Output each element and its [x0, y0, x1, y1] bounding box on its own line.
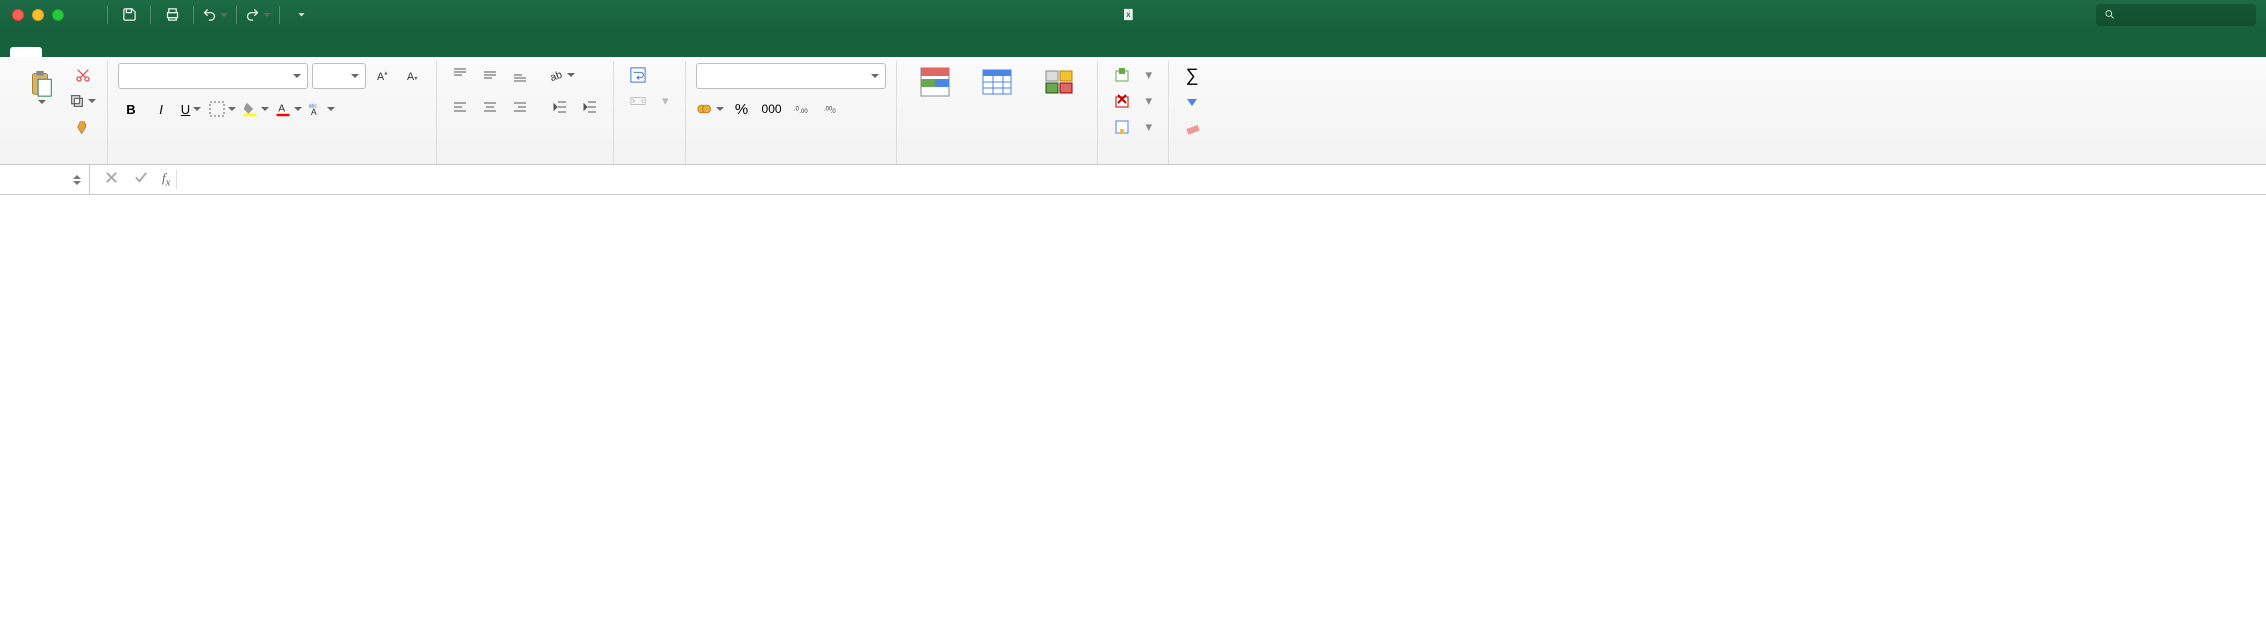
phonetic-button[interactable]: abcA	[307, 97, 336, 121]
svg-text:A: A	[311, 107, 317, 117]
accounting-format-button[interactable]	[696, 97, 725, 121]
format-as-table-button[interactable]	[969, 63, 1025, 162]
align-right-button[interactable]	[507, 95, 533, 119]
percent-format-button[interactable]: %	[729, 97, 755, 121]
tab-formulas[interactable]	[106, 47, 138, 57]
tab-data[interactable]	[138, 47, 170, 57]
group-editing: ∑	[1169, 61, 1215, 164]
fx-icon[interactable]: fx	[162, 170, 177, 189]
zoom-icon[interactable]	[52, 9, 64, 21]
svg-text:▾: ▾	[414, 76, 417, 82]
align-bottom-button[interactable]	[507, 63, 533, 87]
decrease-font-button[interactable]: A▾	[400, 64, 426, 88]
number-format-combo[interactable]	[696, 63, 886, 89]
format-painter-button[interactable]	[68, 115, 97, 139]
increase-indent-button[interactable]	[577, 95, 603, 119]
enter-formula-button[interactable]	[133, 170, 148, 189]
font-color-button[interactable]: A	[274, 97, 303, 121]
print-button[interactable]	[158, 3, 186, 27]
increase-font-button[interactable]: A▴	[370, 64, 396, 88]
search-input[interactable]	[2121, 7, 2248, 22]
group-alignment: ab	[437, 61, 614, 164]
tab-view[interactable]	[202, 47, 234, 57]
tab-review[interactable]	[170, 47, 202, 57]
bold-button[interactable]: B	[118, 97, 144, 121]
align-top-button[interactable]	[447, 63, 473, 87]
svg-text:ab: ab	[549, 69, 564, 83]
window-title: X	[1122, 7, 1145, 22]
search-icon	[2104, 8, 2116, 21]
close-icon[interactable]	[12, 9, 24, 21]
format-cells-button[interactable]: ▾	[1108, 115, 1159, 139]
decrease-indent-button[interactable]	[547, 95, 573, 119]
group-cells: ▾ ▾ ▾	[1098, 61, 1170, 164]
formula-bar: fx	[0, 165, 2266, 195]
group-styles	[897, 61, 1098, 164]
orientation-button[interactable]: ab	[547, 63, 576, 87]
ribbon: A▴ A▾ B I U A abcA ab	[0, 57, 2266, 165]
window-controls	[0, 9, 64, 21]
clear-button[interactable]	[1179, 115, 1205, 139]
group-wrap-merge: ▾	[614, 61, 686, 164]
increase-decimal-button[interactable]: .0.00	[789, 97, 815, 121]
quick-access-toolbar	[104, 3, 315, 27]
cancel-formula-button[interactable]	[104, 170, 119, 189]
tab-insert[interactable]	[42, 47, 74, 57]
search-sheet[interactable]	[2096, 4, 2256, 26]
save-button[interactable]	[115, 3, 143, 27]
svg-text:▴: ▴	[384, 71, 387, 77]
paste-label	[18, 115, 62, 133]
cut-button[interactable]	[68, 63, 97, 87]
svg-text:.0: .0	[830, 109, 836, 115]
group-font: A▴ A▾ B I U A abcA	[108, 61, 437, 164]
fill-color-button[interactable]	[241, 97, 270, 121]
group-number: % 000 .0.00 .00.0	[686, 61, 897, 164]
italic-button[interactable]: I	[148, 97, 174, 121]
align-middle-button[interactable]	[477, 63, 503, 87]
qat-customize-button[interactable]	[287, 3, 315, 27]
insert-cells-button[interactable]: ▾	[1108, 63, 1159, 87]
cell-styles-button[interactable]	[1031, 63, 1087, 162]
undo-button[interactable]	[201, 3, 229, 27]
name-box[interactable]	[0, 165, 90, 194]
border-button[interactable]	[208, 97, 237, 121]
font-name-combo[interactable]	[118, 63, 308, 89]
conditional-format-button[interactable]	[907, 63, 963, 162]
fill-button[interactable]	[1179, 89, 1205, 113]
align-left-button[interactable]	[447, 95, 473, 119]
copy-button[interactable]	[68, 89, 97, 113]
tab-page-layout[interactable]	[74, 47, 106, 57]
group-clipboard	[8, 61, 108, 164]
comma-format-button[interactable]: 000	[759, 97, 785, 121]
underline-button[interactable]: U	[178, 97, 204, 121]
paste-button[interactable]	[18, 63, 62, 111]
titlebar: X	[0, 0, 2266, 29]
decrease-decimal-button[interactable]: .00.0	[819, 97, 845, 121]
font-size-combo[interactable]	[312, 63, 366, 89]
minimize-icon[interactable]	[32, 9, 44, 21]
wrap-text-button[interactable]	[624, 63, 675, 87]
delete-cells-button[interactable]: ▾	[1108, 89, 1159, 113]
merge-center-button[interactable]: ▾	[624, 89, 675, 113]
redo-button[interactable]	[244, 3, 272, 27]
align-center-button[interactable]	[477, 95, 503, 119]
svg-text:A: A	[278, 103, 285, 114]
ribbon-tabs	[0, 29, 2266, 57]
svg-text:.00: .00	[799, 109, 808, 115]
tab-home[interactable]	[10, 47, 42, 57]
excel-doc-icon: X	[1122, 7, 1137, 22]
autosum-button[interactable]: ∑	[1179, 63, 1205, 87]
